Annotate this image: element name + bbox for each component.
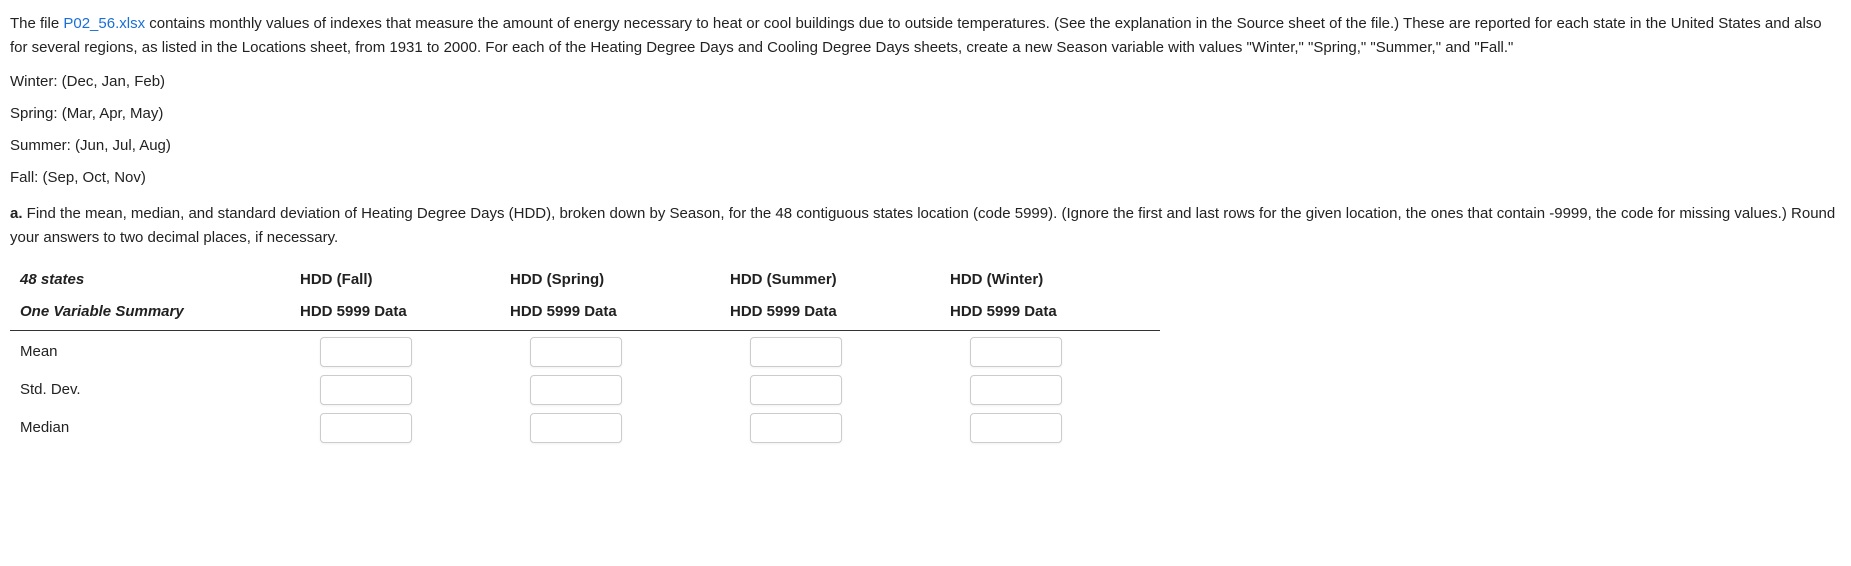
seasons-list: Winter: (Dec, Jan, Feb) Spring: (Mar, Ap… xyxy=(10,70,1841,190)
row-median: Median xyxy=(10,407,1160,445)
input-mean-summer[interactable] xyxy=(750,337,842,367)
header-48-states: 48 states xyxy=(10,264,290,296)
intro-text-part1: The file xyxy=(10,15,63,32)
label-mean: Mean xyxy=(10,331,290,370)
label-median: Median xyxy=(10,407,290,445)
row-mean: Mean xyxy=(10,331,1160,370)
input-median-winter[interactable] xyxy=(970,413,1062,443)
header-hdd-winter: HDD (Winter) xyxy=(940,264,1160,296)
subheader-one-variable-summary: One Variable Summary xyxy=(10,296,290,331)
input-mean-winter[interactable] xyxy=(970,337,1062,367)
subheader-summer: HDD 5999 Data xyxy=(720,296,940,331)
input-mean-spring[interactable] xyxy=(530,337,622,367)
header-hdd-summer: HDD (Summer) xyxy=(720,264,940,296)
input-stddev-fall[interactable] xyxy=(320,375,412,405)
header-hdd-fall: HDD (Fall) xyxy=(290,264,500,296)
season-winter: Winter: (Dec, Jan, Feb) xyxy=(10,70,1841,94)
row-stddev: Std. Dev. xyxy=(10,369,1160,407)
input-median-summer[interactable] xyxy=(750,413,842,443)
subheader-fall: HDD 5999 Data xyxy=(290,296,500,331)
input-stddev-spring[interactable] xyxy=(530,375,622,405)
input-median-spring[interactable] xyxy=(530,413,622,443)
intro-paragraph: The file P02_56.xlsx contains monthly va… xyxy=(10,12,1841,60)
input-stddev-winter[interactable] xyxy=(970,375,1062,405)
question-label: a. xyxy=(10,205,23,222)
table-header-row: 48 states HDD (Fall) HDD (Spring) HDD (S… xyxy=(10,264,1160,296)
table-subheader-row: One Variable Summary HDD 5999 Data HDD 5… xyxy=(10,296,1160,331)
question-text: Find the mean, median, and standard devi… xyxy=(10,205,1835,246)
summary-table: 48 states HDD (Fall) HDD (Spring) HDD (S… xyxy=(10,264,1160,445)
season-fall: Fall: (Sep, Oct, Nov) xyxy=(10,166,1841,190)
subheader-spring: HDD 5999 Data xyxy=(500,296,720,331)
label-stddev: Std. Dev. xyxy=(10,369,290,407)
subheader-winter: HDD 5999 Data xyxy=(940,296,1160,331)
file-link[interactable]: P02_56.xlsx xyxy=(63,15,145,32)
input-stddev-summer[interactable] xyxy=(750,375,842,405)
header-hdd-spring: HDD (Spring) xyxy=(500,264,720,296)
input-mean-fall[interactable] xyxy=(320,337,412,367)
input-median-fall[interactable] xyxy=(320,413,412,443)
season-spring: Spring: (Mar, Apr, May) xyxy=(10,102,1841,126)
question-a: a. Find the mean, median, and standard d… xyxy=(10,202,1841,250)
season-summer: Summer: (Jun, Jul, Aug) xyxy=(10,134,1841,158)
intro-text-part2: contains monthly values of indexes that … xyxy=(10,15,1822,56)
